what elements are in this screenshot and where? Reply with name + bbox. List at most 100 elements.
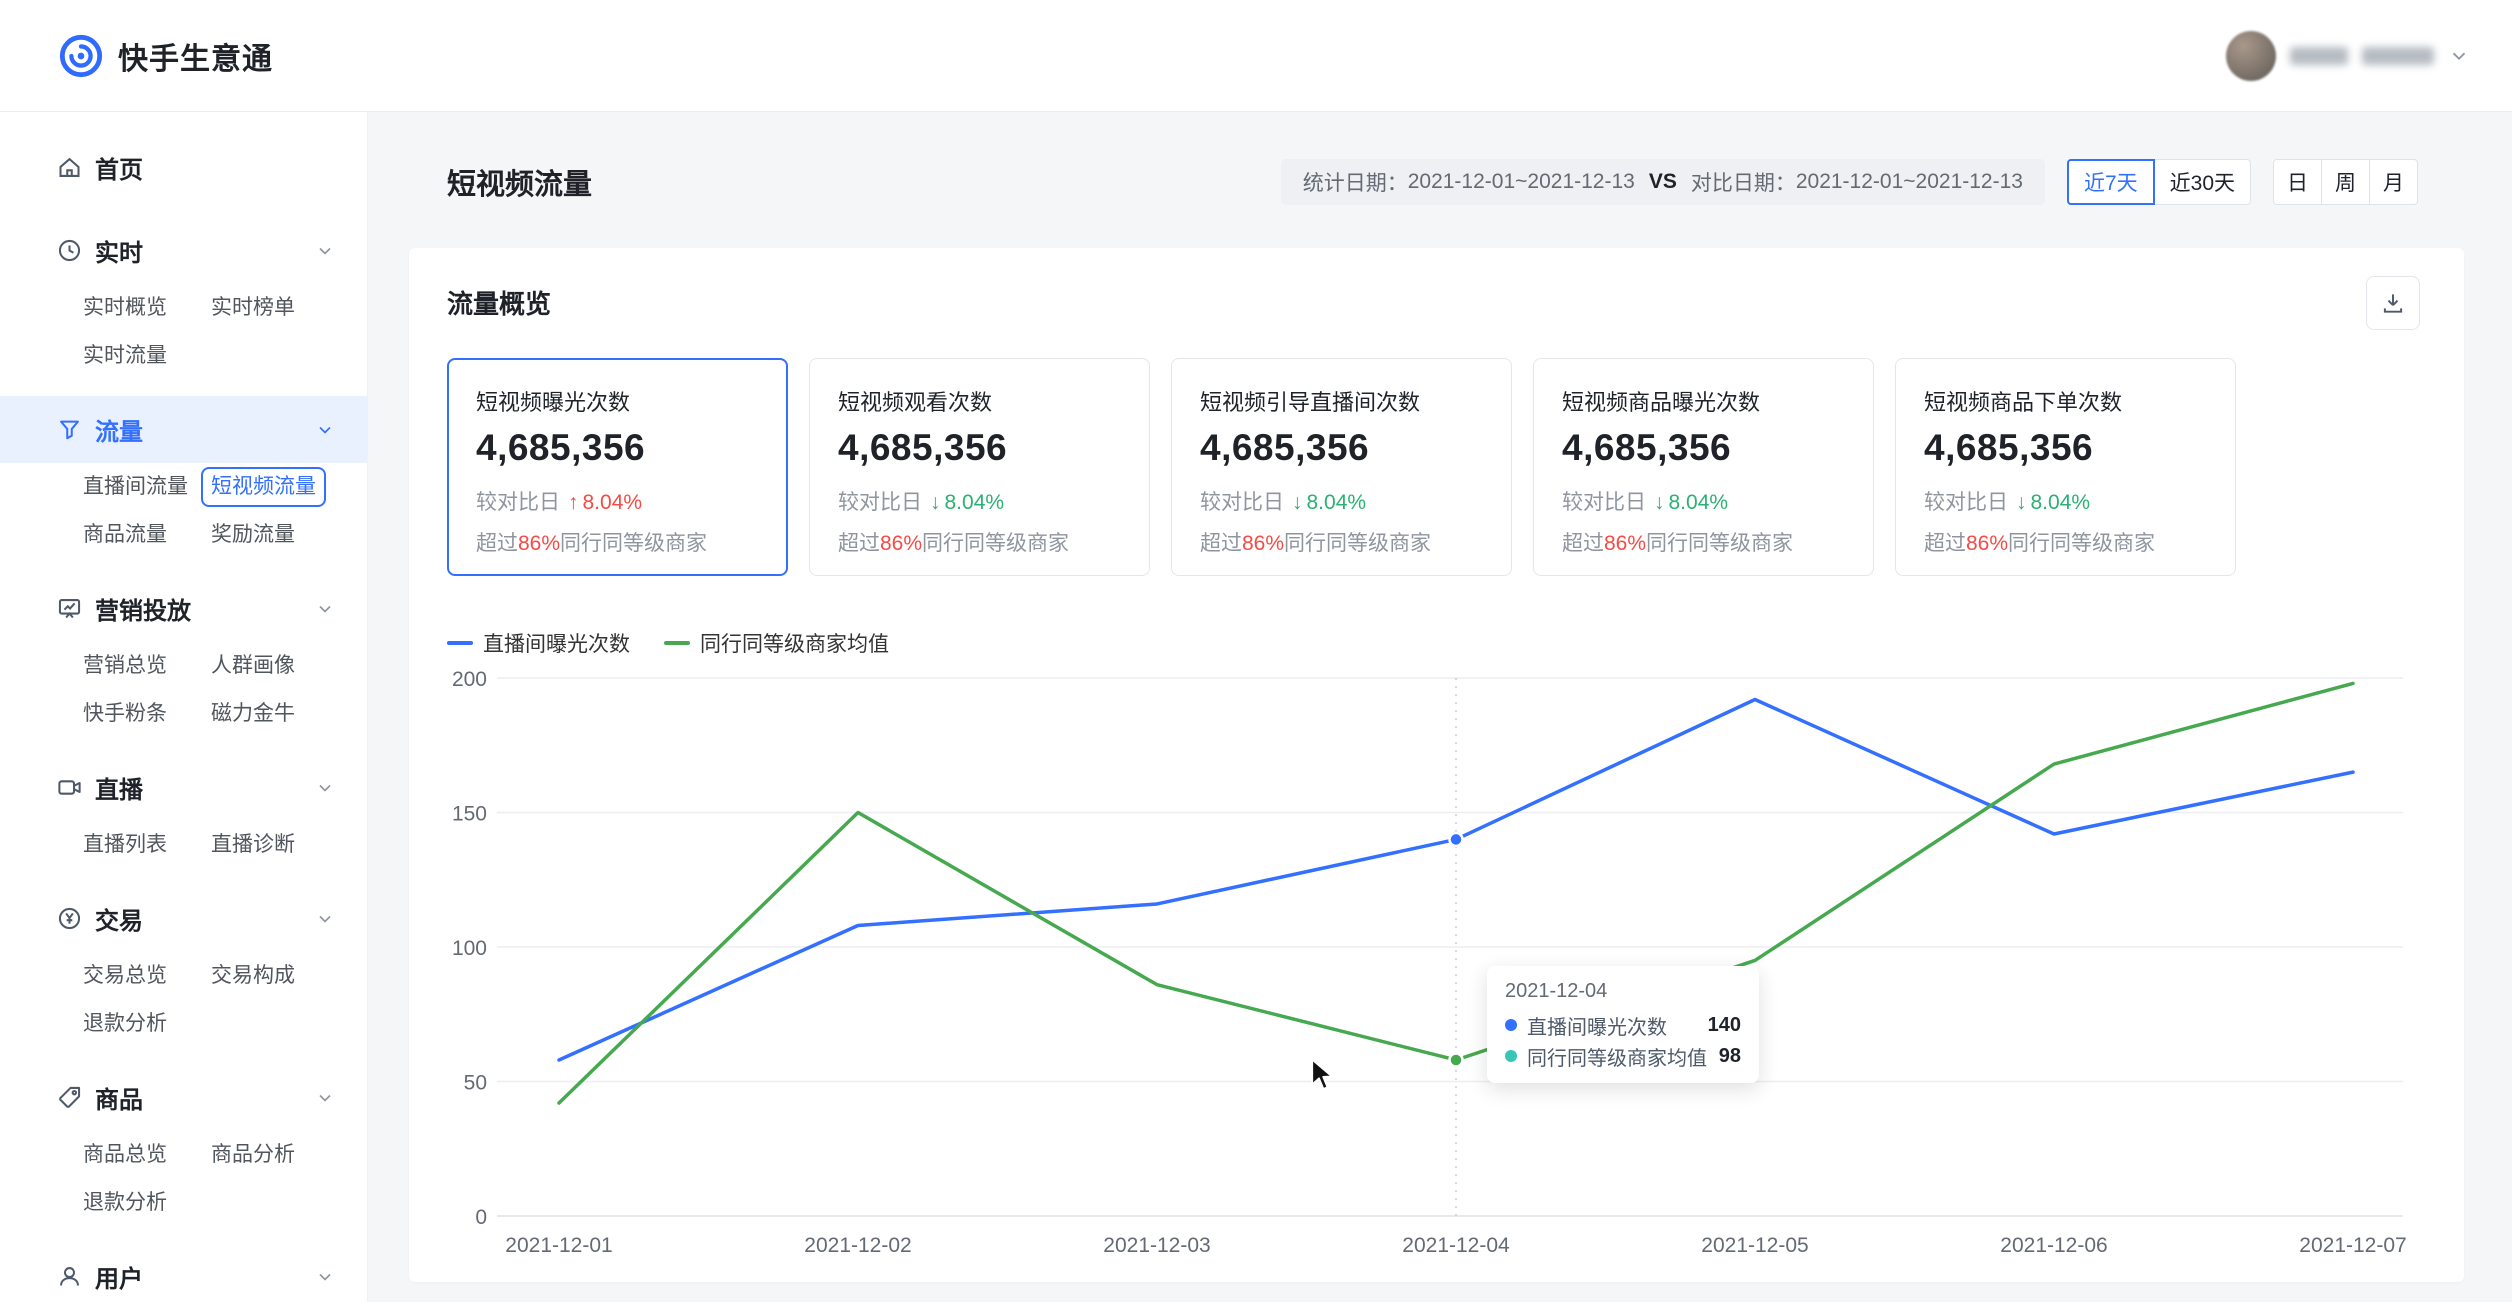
granularity-month-button[interactable]: 月 [2369, 159, 2418, 205]
sidebar-item-short-video-traffic[interactable]: 短视频流量 [201, 467, 326, 507]
sidebar-item-live-diagnosis[interactable]: 直播诊断 [211, 821, 295, 869]
delta-value: 8.04% [582, 491, 643, 514]
chevron-down-icon [315, 1088, 335, 1108]
stat-card-views[interactable]: 短视频观看次数 4,685,356 较对比日 ↓ 8.04% 超过86%同行同等级商… [809, 358, 1150, 576]
granularity-week-button[interactable]: 周 [2321, 159, 2370, 205]
stat-card-rank: 超过86%同行同等级商家 [838, 532, 1070, 555]
funnel-icon [56, 416, 83, 443]
sidebar-item-product[interactable]: 商品 [0, 1064, 367, 1131]
sidebar-item-live-room-traffic[interactable]: 直播间流量 [83, 463, 188, 511]
line-chart[interactable]: 0 50 100 150 200 2021-12-01 2021-12-02 2021-12-… [447, 660, 2426, 1260]
tooltip-series-label: 直播间曝光次数 [1527, 1016, 1667, 1039]
page-body: 首页 实时 实时概览 实时榜单 实时流量 流量 直播间流量 短视频流量 商品流量… [0, 112, 2512, 1302]
tooltip-series-value: 98 [1718, 1044, 1741, 1067]
user-area[interactable] [2226, 30, 2470, 81]
stat-card-rank: 超过86%同行同等级商家 [1924, 532, 2156, 555]
app-root: 快手生意通 首页 实时 实时概览 实时榜单 实时流量 流量 直播间流量 短视频流… [0, 0, 2512, 1302]
sidebar-item-reward-traffic[interactable]: 奖励流量 [211, 511, 295, 559]
svg-text:2021-12-03: 2021-12-03 [1103, 1234, 1210, 1257]
legend-item-live-exposure[interactable]: 直播间曝光次数 [447, 628, 630, 658]
sidebar-item-live[interactable]: 直播 [0, 754, 367, 821]
sidebar-item-realtime-traffic[interactable]: 实时流量 [83, 332, 167, 380]
sidebar-item-product-traffic[interactable]: 商品流量 [83, 511, 167, 559]
compare-label: 较对比日 [1200, 491, 1284, 514]
sidebar-item-label: 营销投放 [95, 598, 191, 625]
sidebar-item-refund-analysis[interactable]: 退款分析 [83, 1000, 167, 1048]
stat-date-range: 2021-12-01~2021-12-13 [1407, 170, 1635, 193]
avatar[interactable] [2226, 30, 2276, 81]
sidebar-item-product-refund-analysis[interactable]: 退款分析 [83, 1179, 167, 1227]
svg-text:200: 200 [452, 668, 487, 691]
stat-card-title: 短视频曝光次数 [476, 390, 631, 415]
stat-card-product-orders[interactable]: 短视频商品下单次数 4,685,356 较对比日 ↓ 8.04% 超过86%同行同等… [1895, 358, 2236, 576]
app-title: 快手生意通 [118, 42, 273, 76]
tooltip-row: 同行同等级商家均值 98 [1505, 1043, 1741, 1070]
svg-text:2021-12-02: 2021-12-02 [804, 1234, 911, 1257]
range-toggle-group: 近7天 近30天 [2066, 159, 2251, 205]
stat-card-value: 4,685,356 [1200, 427, 1370, 468]
sidebar-item-home[interactable]: 首页 [0, 134, 367, 201]
sidebar-item-realtime[interactable]: 实时 [0, 217, 367, 284]
sidebar-children-marketing: 营销总览 人群画像 快手粉条 磁力金牛 [0, 642, 367, 738]
stat-card-value: 4,685,356 [1562, 427, 1732, 468]
tooltip-series-label: 同行同等级商家均值 [1527, 1047, 1707, 1070]
stat-card-rank: 超过86%同行同等级商家 [1200, 532, 1432, 555]
sidebar-item-live-list[interactable]: 直播列表 [83, 821, 167, 869]
chart-tooltip: 2021-12-04 直播间曝光次数 140 同行同等级商家均值 98 [1487, 966, 1759, 1083]
sidebar-item-traffic[interactable]: 流量 [0, 396, 367, 463]
sidebar-item-product-analysis[interactable]: 商品分析 [211, 1131, 295, 1179]
sidebar-item-kuaishou-fentiao[interactable]: 快手粉条 [83, 690, 167, 738]
sidebar-item-realtime-rank[interactable]: 实时榜单 [211, 284, 295, 332]
granularity-day-button[interactable]: 日 [2273, 159, 2322, 205]
stat-card-delta: 较对比日 ↓ 8.04% [838, 486, 1121, 516]
compare-date-label: 对比日期： [1690, 172, 1796, 195]
sidebar-item-user[interactable]: 用户 [0, 1243, 367, 1302]
series-dot-icon [1505, 1050, 1517, 1062]
sidebar-item-magnetic-taurus[interactable]: 磁力金牛 [211, 690, 295, 738]
range-30d-button[interactable]: 近30天 [2153, 159, 2251, 205]
sidebar-item-trade[interactable]: 交易 [0, 885, 367, 952]
compare-label: 较对比日 [1562, 491, 1646, 514]
sidebar-item-trade-overview[interactable]: 交易总览 [83, 952, 167, 1000]
granularity-toggle-group: 日 周 月 [2273, 159, 2418, 205]
sidebar-item-marketing[interactable]: 营销投放 [0, 575, 367, 642]
compare-label: 较对比日 [838, 491, 922, 514]
tag-icon [56, 1084, 83, 1111]
stat-card-exposure[interactable]: 短视频曝光次数 4,685,356 较对比日 ↑ 8.04% 超过86%同行同等级商… [447, 358, 788, 576]
stat-card-product-exposure[interactable]: 短视频商品曝光次数 4,685,356 较对比日 ↓ 8.04% 超过86%同行同等… [1533, 358, 1874, 576]
legend-item-peer-average[interactable]: 同行同等级商家均值 [664, 628, 889, 658]
stat-card-rank: 超过86%同行同等级商家 [1562, 532, 1794, 555]
sidebar-item-realtime-overview[interactable]: 实时概览 [83, 284, 167, 332]
home-icon [56, 154, 83, 181]
sidebar-children-live: 直播列表 直播诊断 [0, 821, 367, 869]
app-logo[interactable]: 快手生意通 [58, 33, 273, 79]
svg-text:100: 100 [452, 937, 487, 960]
chart-legend: 直播间曝光次数 同行同等级商家均值 [447, 628, 2426, 658]
sidebar-item-label: 交易 [95, 908, 143, 935]
sidebar-item-trade-composition[interactable]: 交易构成 [211, 952, 295, 1000]
sidebar-item-label: 流量 [95, 419, 143, 446]
download-button[interactable] [2366, 276, 2420, 330]
delta-arrow-icon: ↓ [1292, 491, 1303, 514]
stat-card-delta: 较对比日 ↓ 8.04% [1562, 486, 1845, 516]
delta-value: 8.04% [1306, 491, 1367, 514]
legend-line-swatch [664, 641, 690, 645]
tooltip-row: 直播间曝光次数 140 [1505, 1012, 1741, 1039]
chevron-down-icon[interactable] [2448, 45, 2470, 67]
svg-text:2021-12-01: 2021-12-01 [505, 1234, 612, 1257]
sidebar-item-marketing-overview[interactable]: 营销总览 [83, 642, 167, 690]
chevron-down-icon [315, 909, 335, 929]
compare-label: 较对比日 [476, 491, 560, 514]
line-chart-canvas[interactable]: 0 50 100 150 200 2021-12-01 2021-12-02 2021-12-… [447, 660, 2427, 1260]
delta-value: 8.04% [2030, 491, 2091, 514]
video-camera-icon [56, 774, 83, 801]
range-7d-button[interactable]: 近7天 [2066, 159, 2155, 205]
svg-text:2021-12-06: 2021-12-06 [2000, 1234, 2107, 1257]
svg-text:50: 50 [464, 1072, 487, 1095]
sidebar-item-product-overview[interactable]: 商品总览 [83, 1131, 167, 1179]
stat-card-lead-to-live[interactable]: 短视频引导直播间次数 4,685,356 较对比日 ↓ 8.04% 超过86%同行同… [1171, 358, 1512, 576]
stat-card-rank: 超过86%同行同等级商家 [476, 532, 708, 555]
delta-arrow-icon: ↓ [2016, 491, 2027, 514]
currency-icon [56, 905, 83, 932]
sidebar-item-audience-portrait[interactable]: 人群画像 [211, 642, 295, 690]
